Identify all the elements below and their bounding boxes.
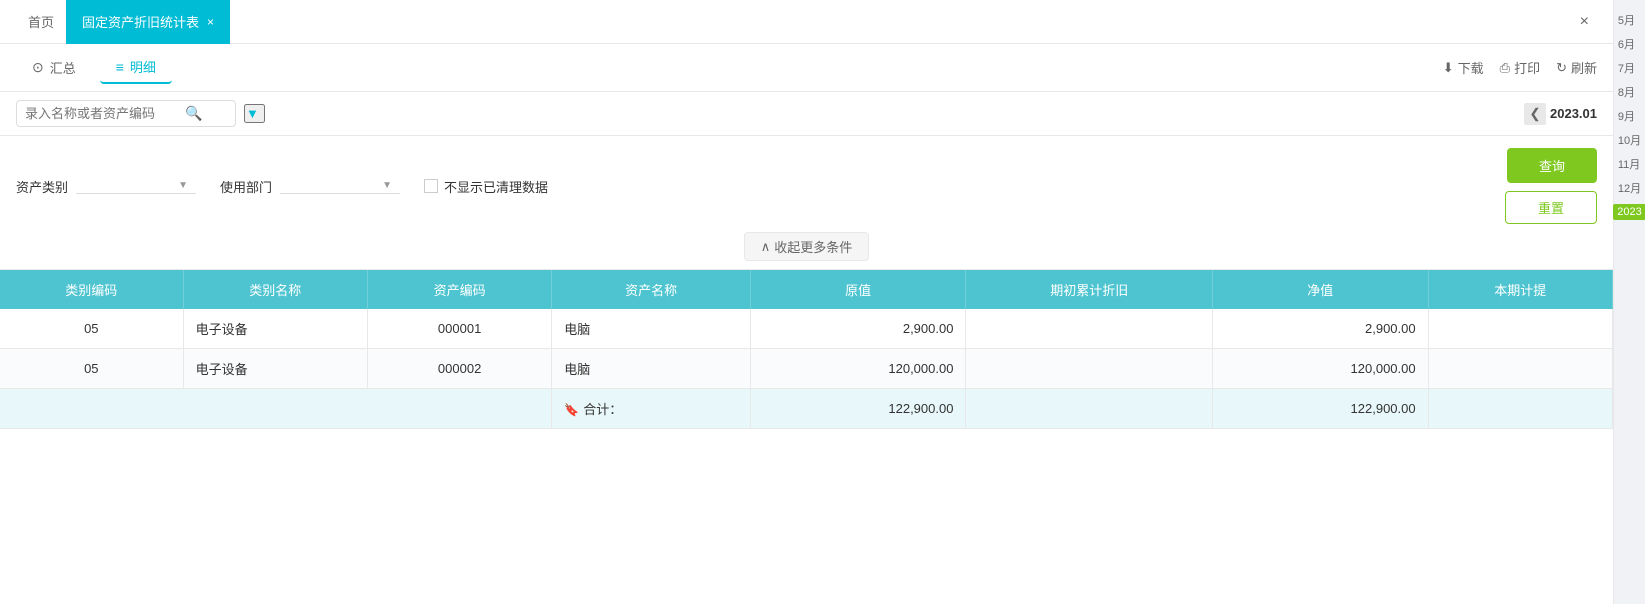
- detail-icon: ≡: [116, 59, 124, 75]
- th-original-value: 原值: [750, 270, 966, 309]
- tab-detail-label: 明细: [130, 57, 156, 76]
- sidebar-month-item[interactable]: 11月: [1618, 152, 1641, 176]
- search-icon: 🔍: [185, 105, 202, 122]
- th-asset-name: 资产名称: [552, 270, 751, 309]
- tab-summary-label: 汇总: [50, 58, 76, 77]
- cell-category-code: 05: [0, 309, 183, 349]
- period-display: 2023.01: [1550, 106, 1597, 121]
- filter-icon: ▼: [246, 106, 259, 121]
- sidebar-month-item[interactable]: 9月: [1618, 104, 1641, 128]
- asset-category-arrow-icon: ▼: [178, 180, 188, 191]
- nav-tab-label: 固定资产折旧统计表: [82, 12, 199, 31]
- collapse-filter-button[interactable]: ∧ 收起更多条件: [744, 232, 870, 261]
- more-filter-button[interactable]: ▼: [244, 104, 265, 123]
- assets-table: 类别编码 类别名称 资产编码 资产名称 原值 期初累计折旧 净值 本期计提 05…: [0, 270, 1613, 429]
- tab-summary[interactable]: ⊙ 汇总: [16, 52, 92, 83]
- summary-net-value: 122,900.00: [1213, 389, 1429, 429]
- sidebar-month-item[interactable]: 8月: [1618, 80, 1641, 104]
- summary-current-depreciation: [1428, 389, 1612, 429]
- cell-current-depreciation: [1428, 309, 1612, 349]
- summary-accumulated-depreciation: [966, 389, 1213, 429]
- sidebar-month-item[interactable]: 12月: [1618, 176, 1641, 200]
- refresh-icon: ↻: [1556, 60, 1567, 76]
- nav-home[interactable]: 首页: [16, 12, 66, 31]
- period-navigator: ❮ 2023.01: [1524, 103, 1597, 125]
- search-box[interactable]: 🔍: [16, 100, 236, 127]
- query-button[interactable]: 查询: [1507, 148, 1597, 183]
- hide-cleared-filter[interactable]: 不显示已清理数据: [424, 177, 548, 196]
- summary-icon: ⊙: [32, 59, 44, 76]
- download-button[interactable]: ⬇ 下载: [1443, 58, 1484, 77]
- asset-category-select[interactable]: ▼: [76, 178, 196, 194]
- cell-net-value: 2,900.00: [1213, 309, 1429, 349]
- cell-category-code: 05: [0, 349, 183, 389]
- department-filter: 使用部门 ▼: [220, 177, 400, 196]
- summary-icon: 🔖: [564, 403, 579, 417]
- print-label: 打印: [1514, 58, 1540, 77]
- download-icon: ⬇: [1443, 60, 1454, 76]
- nav-tab-close-icon[interactable]: ×: [207, 15, 214, 29]
- tab-detail[interactable]: ≡ 明细: [100, 51, 172, 84]
- cell-asset-code: 000002: [367, 349, 551, 389]
- cell-asset-name: 电脑: [552, 349, 751, 389]
- th-accumulated-depreciation: 期初累计折旧: [966, 270, 1213, 309]
- sidebar-month-item[interactable]: 5月: [1618, 8, 1641, 32]
- window-close-button[interactable]: ×: [1572, 9, 1597, 35]
- sidebar-month-item[interactable]: 10月: [1618, 128, 1641, 152]
- table-header-row: 类别编码 类别名称 资产编码 资产名称 原值 期初累计折旧 净值 本期计提: [0, 270, 1613, 309]
- cell-asset-code: 000001: [367, 309, 551, 349]
- asset-category-filter: 资产类别 ▼: [16, 177, 196, 196]
- department-label: 使用部门: [220, 177, 272, 196]
- cell-original-value: 2,900.00: [750, 309, 966, 349]
- search-input[interactable]: [25, 106, 185, 121]
- table-row: 05 电子设备 000002 电脑 120,000.00 120,000.00: [0, 349, 1613, 389]
- cell-asset-name: 电脑: [552, 309, 751, 349]
- th-net-value: 净值: [1213, 270, 1429, 309]
- collapse-label: 收起更多条件: [774, 237, 852, 256]
- right-sidebar: 5月6月7月8月9月10月11月12月 2023: [1613, 0, 1645, 604]
- print-button[interactable]: ⎙ 打印: [1500, 58, 1540, 77]
- cell-accumulated-depreciation: [966, 309, 1213, 349]
- hide-cleared-checkbox[interactable]: [424, 179, 438, 193]
- table-summary-row: 🔖合计： 122,900.00 122,900.00: [0, 389, 1613, 429]
- summary-original-value: 122,900.00: [750, 389, 966, 429]
- refresh-button[interactable]: ↻ 刷新: [1556, 58, 1597, 77]
- th-asset-code: 资产编码: [367, 270, 551, 309]
- period-prev-button[interactable]: ❮: [1524, 103, 1546, 125]
- asset-category-label: 资产类别: [16, 177, 68, 196]
- cell-category-name: 电子设备: [183, 309, 367, 349]
- cell-accumulated-depreciation: [966, 349, 1213, 389]
- sidebar-month-item[interactable]: 7月: [1618, 56, 1641, 80]
- cell-net-value: 120,000.00: [1213, 349, 1429, 389]
- table-row: 05 电子设备 000001 电脑 2,900.00 2,900.00: [0, 309, 1613, 349]
- nav-tab-fixed-assets[interactable]: 固定资产折旧统计表 ×: [66, 0, 230, 44]
- th-category-code: 类别编码: [0, 270, 183, 309]
- download-label: 下载: [1458, 58, 1484, 77]
- department-select[interactable]: ▼: [280, 178, 400, 194]
- data-table-wrap: 类别编码 类别名称 资产编码 资产名称 原值 期初累计折旧 净值 本期计提 05…: [0, 270, 1613, 604]
- cell-current-depreciation: [1428, 349, 1612, 389]
- summary-label: 🔖合计：: [552, 389, 751, 429]
- department-arrow-icon: ▼: [382, 180, 392, 191]
- cell-category-name: 电子设备: [183, 349, 367, 389]
- sidebar-month-item[interactable]: 6月: [1618, 32, 1641, 56]
- refresh-label: 刷新: [1571, 58, 1597, 77]
- cell-original-value: 120,000.00: [750, 349, 966, 389]
- collapse-icon: ∧: [761, 239, 771, 255]
- reset-button[interactable]: 重置: [1505, 191, 1597, 224]
- th-category-name: 类别名称: [183, 270, 367, 309]
- year-badge: 2023: [1613, 204, 1645, 220]
- print-icon: ⎙: [1500, 60, 1510, 76]
- summary-label-cell: [0, 389, 552, 429]
- hide-cleared-label: 不显示已清理数据: [444, 177, 548, 196]
- th-current-depreciation: 本期计提: [1428, 270, 1612, 309]
